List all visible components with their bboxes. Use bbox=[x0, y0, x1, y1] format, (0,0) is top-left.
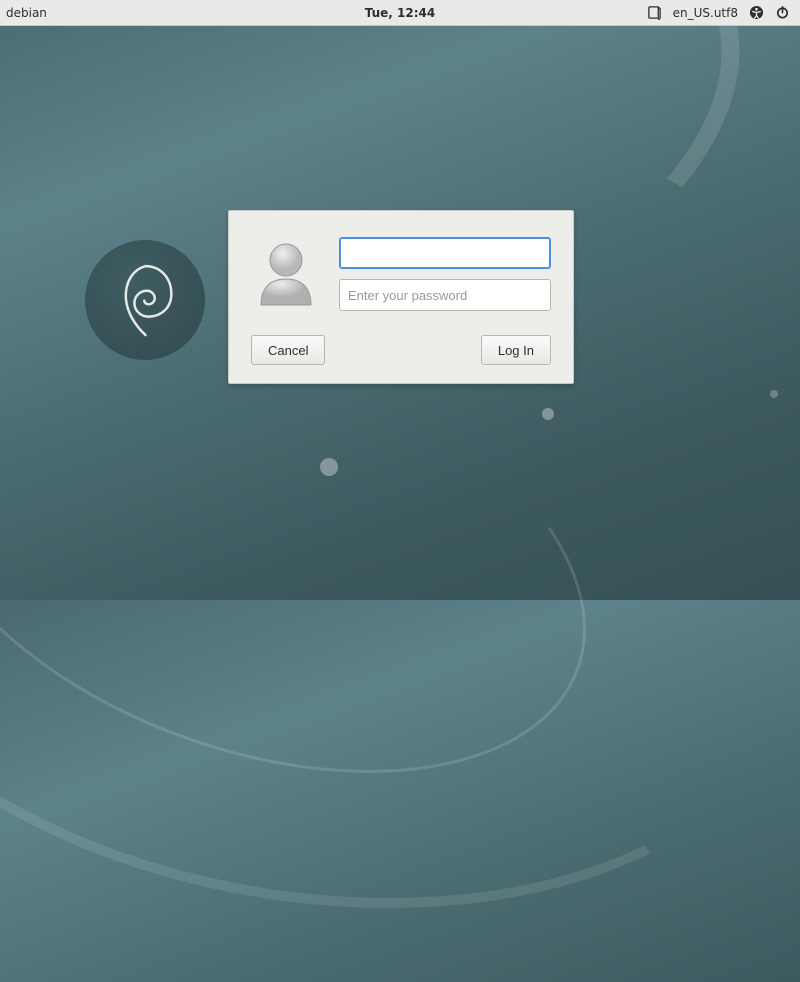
panel-hostname: debian bbox=[0, 6, 47, 20]
cancel-button[interactable]: Cancel bbox=[251, 335, 325, 365]
background-dot bbox=[320, 458, 338, 476]
login-button[interactable]: Log In bbox=[481, 335, 551, 365]
user-avatar-icon bbox=[251, 237, 321, 307]
debian-logo bbox=[85, 240, 205, 360]
accessibility-icon[interactable] bbox=[748, 5, 764, 21]
background-dot bbox=[542, 408, 554, 420]
top-panel: debian Tue, 12:44 en_US.utf8 bbox=[0, 0, 800, 26]
username-input[interactable] bbox=[339, 237, 551, 269]
power-icon[interactable] bbox=[774, 5, 790, 21]
login-dialog: Cancel Log In bbox=[228, 210, 574, 384]
password-input[interactable] bbox=[339, 279, 551, 311]
panel-locale[interactable]: en_US.utf8 bbox=[673, 6, 738, 20]
panel-clock: Tue, 12:44 bbox=[365, 6, 435, 20]
keyboard-layout-icon[interactable] bbox=[647, 5, 663, 21]
background-dot bbox=[770, 390, 778, 398]
